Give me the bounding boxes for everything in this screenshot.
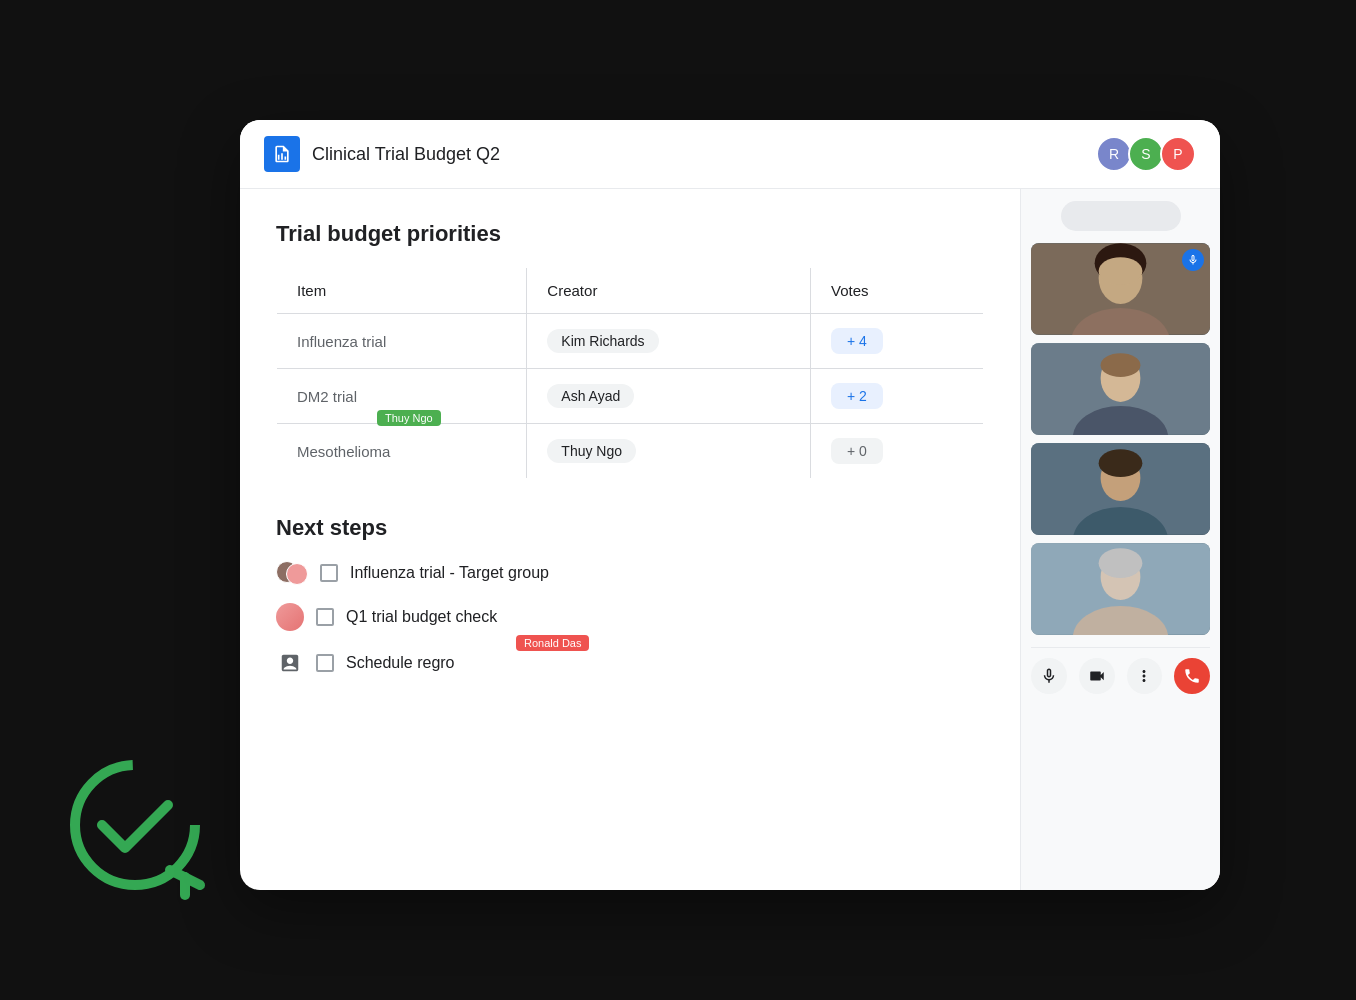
priorities-table: Item Creator Votes Influenza trial Kim R…: [276, 267, 984, 479]
header: Clinical Trial Budget Q2 R S P: [240, 120, 1220, 189]
col-item: Item: [277, 268, 527, 314]
step-label-3: Schedule regro: [346, 654, 455, 672]
section2-title: Next steps: [276, 515, 984, 541]
svg-point-11: [1101, 353, 1141, 377]
svg-point-15: [1099, 449, 1143, 477]
task-add-icon: [276, 649, 304, 677]
steps-list: Influenza trial - Target group Q1 trial …: [276, 561, 984, 677]
creator-cell-1: Kim Richards: [527, 314, 811, 369]
cursor-tooltip-thuy: Thuy Ngo: [377, 410, 441, 426]
vote-cell-1: + 4: [810, 314, 983, 369]
vote-chip-2[interactable]: + 2: [831, 383, 883, 409]
checkbox-1[interactable]: [320, 564, 338, 582]
cursor-tooltip-ronald: Ronald Das: [516, 635, 589, 651]
creator-cell-3: Thuy Ngo: [527, 424, 811, 479]
svg-point-19: [1099, 548, 1143, 578]
svg-point-0: [75, 765, 195, 885]
video-tile-2: [1031, 343, 1210, 435]
list-item: Q1 trial budget check: [276, 603, 984, 631]
controls-bar: [1031, 647, 1210, 698]
mic-button[interactable]: [1031, 658, 1067, 694]
avatar-group: R S P: [1100, 136, 1196, 172]
list-item: Influenza trial - Target group: [276, 561, 984, 585]
video-search-bar: [1061, 201, 1181, 231]
more-button[interactable]: [1127, 658, 1163, 694]
doc-area: Trial budget priorities Item Creator Vot…: [240, 189, 1020, 890]
checkbox-3[interactable]: [316, 654, 334, 672]
main-card: Clinical Trial Budget Q2 R S P Trial bud…: [240, 120, 1220, 890]
video-tile-1: [1031, 243, 1210, 335]
vote-chip-3[interactable]: + 0: [831, 438, 883, 464]
checkbox-2[interactable]: [316, 608, 334, 626]
check-icon: [60, 740, 220, 900]
creator-cell-2: Ash Ayad: [527, 369, 811, 424]
list-item: Schedule regro Ronald Das: [276, 649, 984, 677]
doc-title: Clinical Trial Budget Q2: [312, 144, 1100, 165]
table-row: Mesothelioma Thuy Ngo Thuy Ngo + 0: [277, 424, 984, 479]
avatar-s[interactable]: S: [1128, 136, 1164, 172]
content-area: Trial budget priorities Item Creator Vot…: [240, 189, 1220, 890]
creator-chip-3: Thuy Ngo: [547, 439, 636, 463]
end-call-button[interactable]: [1174, 658, 1210, 694]
item-cell-3: Mesothelioma Thuy Ngo: [277, 424, 527, 479]
section1-title: Trial budget priorities: [276, 221, 984, 247]
vote-chip-1[interactable]: + 4: [831, 328, 883, 354]
video-panel: [1020, 189, 1220, 890]
step-avatar-group-1: [276, 561, 308, 585]
video-tile-4: [1031, 543, 1210, 635]
step-label-2: Q1 trial budget check: [346, 608, 497, 626]
doc-icon: [264, 136, 300, 172]
step-avatar-2: [276, 603, 304, 631]
item-label-3: Mesothelioma: [297, 443, 390, 460]
mic-active-indicator: [1182, 249, 1204, 271]
item-cell-1: Influenza trial: [277, 314, 527, 369]
avatar-p[interactable]: P: [1160, 136, 1196, 172]
step-label-1: Influenza trial - Target group: [350, 564, 549, 582]
vote-cell-2: + 2: [810, 369, 983, 424]
col-votes: Votes: [810, 268, 983, 314]
avatar-small-b: [286, 563, 308, 585]
svg-point-7: [1099, 257, 1143, 285]
creator-chip-2: Ash Ayad: [547, 384, 634, 408]
video-tile-3: [1031, 443, 1210, 535]
table-row: Influenza trial Kim Richards + 4: [277, 314, 984, 369]
creator-chip-1: Kim Richards: [547, 329, 658, 353]
scene: Clinical Trial Budget Q2 R S P Trial bud…: [0, 0, 1356, 1000]
avatar-r[interactable]: R: [1096, 136, 1132, 172]
col-creator: Creator: [527, 268, 811, 314]
camera-button[interactable]: [1079, 658, 1115, 694]
vote-cell-3: + 0: [810, 424, 983, 479]
